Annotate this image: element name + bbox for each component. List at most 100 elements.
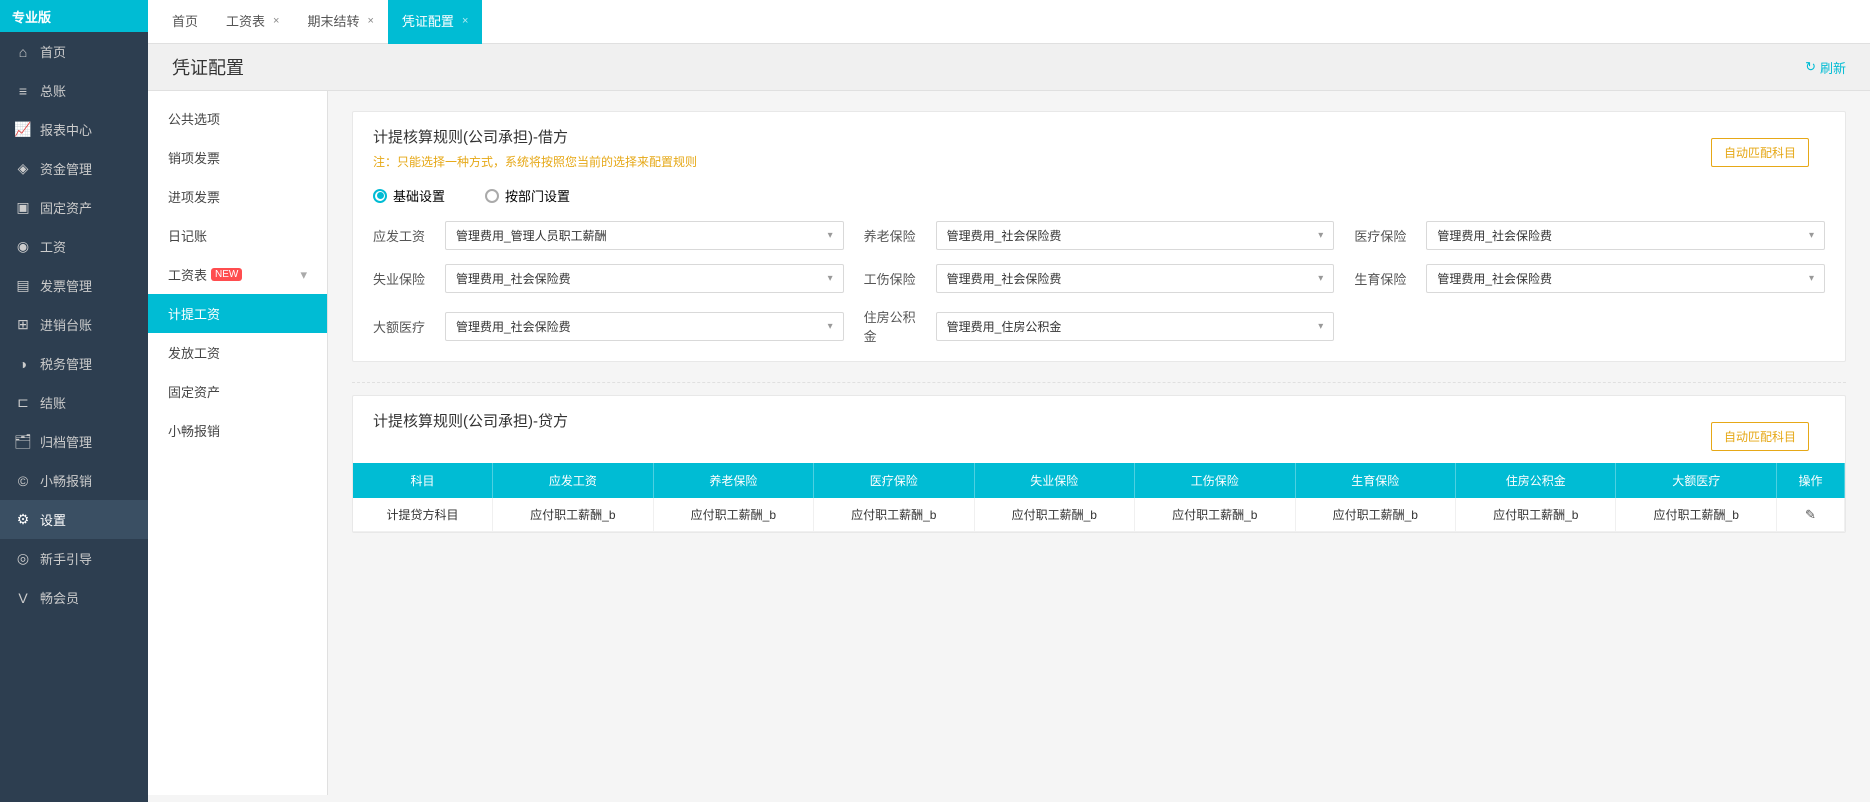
cell-daeliao: 应付职工薪酬_b — [1616, 498, 1776, 532]
col-header-daeliao: 大额医疗 — [1616, 463, 1776, 498]
left-nav-salary-sheet-label: 工资表 — [168, 265, 207, 284]
select-gongshang-value: 管理费用_社会保险费 — [947, 270, 1062, 287]
radio-dept-setting[interactable]: 按部门设置 — [485, 186, 570, 205]
sidebar-item-vip[interactable]: V 畅会员 — [0, 578, 148, 617]
sidebar-item-inventory[interactable]: ⊞ 进销台账 — [0, 305, 148, 344]
sidebar-item-label: 进销台账 — [40, 315, 92, 334]
form-row-daeliao: 大额医疗 管理费用_社会保险费 ▾ — [373, 307, 844, 345]
select-daeliao[interactable]: 管理费用_社会保险费 ▾ — [445, 312, 844, 341]
sidebar-item-archive[interactable]: 🗂 归档管理 — [0, 422, 148, 461]
cell-yingfa: 应付职工薪酬_b — [493, 498, 653, 532]
label-daeliao: 大额医疗 — [373, 317, 437, 336]
sidebar-item-label: 畅会员 — [40, 588, 79, 607]
section1-auto-match-button[interactable]: 自动匹配科目 — [1711, 138, 1809, 167]
select-gongshang[interactable]: 管理费用_社会保险费 ▾ — [936, 264, 1335, 293]
radio-basic-setting[interactable]: 基础设置 — [373, 186, 445, 205]
sidebar-item-home[interactable]: ⌂ 首页 — [0, 32, 148, 71]
section-debit: 计提核算规则(公司承担)-借方 注：只能选择一种方式，系统将按照您当前的选择来配… — [352, 111, 1846, 362]
section1-note: 注：只能选择一种方式，系统将按照您当前的选择来配置规则 — [373, 153, 697, 170]
left-nav-xiaochang-expense[interactable]: 小畅报销 — [148, 411, 327, 450]
cell-shiye: 应付职工薪酬_b — [974, 498, 1134, 532]
left-nav-xiaochang-label: 小畅报销 — [168, 421, 220, 440]
sidebar-item-xiaochang[interactable]: © 小畅报销 — [0, 461, 148, 500]
radio-group: 基础设置 按部门设置 — [373, 186, 1825, 205]
page-content: 凭证配置 ↻ 刷新 公共选项 销项发票 进项发票 日记账 — [148, 44, 1870, 802]
cell-action[interactable]: ✎ — [1776, 498, 1844, 532]
tab-voucher-config-close[interactable]: × — [462, 15, 468, 27]
vip-icon: V — [14, 590, 32, 606]
sidebar-item-guide[interactable]: ◎ 新手引导 — [0, 539, 148, 578]
form-row-yanglao: 养老保险 管理费用_社会保险费 ▾ — [864, 221, 1335, 250]
tab-voucher-config[interactable]: 凭证配置 × — [388, 0, 482, 44]
section1-body: 基础设置 按部门设置 应发工资 管理费用_管理人员职工薪 — [353, 170, 1845, 361]
left-nav-journal-label: 日记账 — [168, 226, 207, 245]
section1-top-row: 计提核算规则(公司承担)-借方 注：只能选择一种方式，系统将按照您当前的选择来配… — [353, 112, 1845, 170]
left-nav-sales-invoice[interactable]: 销项发票 — [148, 138, 327, 177]
sidebar-item-assets[interactable]: ▣ 固定资产 — [0, 188, 148, 227]
select-yanglao[interactable]: 管理费用_社会保险费 ▾ — [936, 221, 1335, 250]
select-zhufang[interactable]: 管理费用_住房公积金 ▾ — [936, 312, 1335, 341]
tab-salary-sheet[interactable]: 工资表 × — [212, 0, 293, 44]
app-title: 专业版 — [0, 0, 148, 32]
sidebar-item-funds[interactable]: ◈ 资金管理 — [0, 149, 148, 188]
select-gongshang-arrow: ▾ — [1318, 273, 1323, 284]
sidebar-item-salary[interactable]: ◉ 工资 — [0, 227, 148, 266]
sidebar-item-tax[interactable]: ◑ 税务管理 — [0, 344, 148, 383]
sidebar-item-ledger[interactable]: ≡ 总账 — [0, 71, 148, 110]
col-header-gongshang: 工伤保险 — [1135, 463, 1295, 498]
sidebar-item-settings[interactable]: ⚙ 设置 — [0, 500, 148, 539]
left-nav-public[interactable]: 公共选项 — [148, 99, 327, 138]
left-nav-fixed-assets[interactable]: 固定资产 — [148, 372, 327, 411]
form-row-yingfa: 应发工资 管理费用_管理人员职工薪酬 ▾ — [373, 221, 844, 250]
sidebar-item-label: 小畅报销 — [40, 471, 92, 490]
sidebar-item-label: 总账 — [40, 81, 66, 100]
tab-home[interactable]: 首页 — [158, 0, 212, 44]
page-title: 凭证配置 — [172, 54, 244, 80]
invoices-icon: ▤ — [14, 277, 32, 294]
left-nav-salary-payment[interactable]: 发放工资 — [148, 333, 327, 372]
sidebar-item-label: 新手引导 — [40, 549, 92, 568]
left-nav-purchase-invoice[interactable]: 进项发票 — [148, 177, 327, 216]
ledger-icon: ≡ — [14, 83, 32, 99]
section2-top-row: 计提核算规则(公司承担)-贷方 自动匹配科目 — [353, 396, 1845, 451]
left-nav-journal[interactable]: 日记账 — [148, 216, 327, 255]
sidebar-item-invoices[interactable]: ▤ 发票管理 — [0, 266, 148, 305]
refresh-button[interactable]: ↻ 刷新 — [1805, 58, 1846, 77]
sidebar-item-reports[interactable]: 📈 报表中心 — [0, 110, 148, 149]
label-gongshang: 工伤保险 — [864, 269, 928, 288]
sidebar-item-closing[interactable]: ⊏ 结账 — [0, 383, 148, 422]
col-header-shengyu: 生育保险 — [1295, 463, 1455, 498]
select-yingfa[interactable]: 管理费用_管理人员职工薪酬 ▾ — [445, 221, 844, 250]
form-row-zhufang: 住房公积金 管理费用_住房公积金 ▾ — [864, 307, 1335, 345]
tab-bar: 首页 工资表 × 期末结转 × 凭证配置 × — [148, 0, 1870, 44]
table-row: 计提贷方科目 应付职工薪酬_b 应付职工薪酬_b 应付职工薪酬_b 应付职工薪酬… — [353, 498, 1845, 532]
section2-auto-match-button[interactable]: 自动匹配科目 — [1711, 422, 1809, 451]
tab-salary-sheet-close[interactable]: × — [273, 15, 279, 27]
edit-icon[interactable]: ✎ — [1805, 507, 1816, 522]
left-nav-payroll-label: 计提工资 — [168, 304, 220, 323]
select-yiliao[interactable]: 管理费用_社会保险费 ▾ — [1426, 221, 1825, 250]
label-yiliao: 医疗保险 — [1354, 226, 1418, 245]
left-nav-salary-sheet[interactable]: 工资表 NEW ▾ — [148, 255, 327, 294]
credit-table: 科目 应发工资 养老保险 医疗保险 失业保险 工伤保险 生育保险 住房公积金 大… — [353, 463, 1845, 532]
select-daeliao-value: 管理费用_社会保险费 — [456, 318, 571, 335]
left-nav-sales-label: 销项发票 — [168, 148, 220, 167]
section-divider — [352, 382, 1846, 383]
section2-title: 计提核算规则(公司承担)-贷方 — [373, 410, 568, 431]
select-shiye-value: 管理费用_社会保险费 — [456, 270, 571, 287]
col-header-action: 操作 — [1776, 463, 1844, 498]
label-yingfa: 应发工资 — [373, 226, 437, 245]
select-yiliao-value: 管理费用_社会保险费 — [1437, 227, 1552, 244]
tab-period-close-label: 期末结转 — [307, 11, 359, 30]
table-header-row: 科目 应发工资 养老保险 医疗保险 失业保险 工伤保险 生育保险 住房公积金 大… — [353, 463, 1845, 498]
select-shengyu[interactable]: 管理费用_社会保险费 ▾ — [1426, 264, 1825, 293]
form-row-yiliao: 医疗保险 管理费用_社会保险费 ▾ — [1354, 221, 1825, 250]
left-nav-payroll-accrual[interactable]: 计提工资 — [148, 294, 327, 333]
sidebar-item-label: 首页 — [40, 42, 66, 61]
select-shiye[interactable]: 管理费用_社会保险费 ▾ — [445, 264, 844, 293]
tab-home-label: 首页 — [172, 11, 198, 30]
select-shiye-arrow: ▾ — [828, 273, 833, 284]
sidebar-item-label: 工资 — [40, 237, 66, 256]
tab-period-close-close[interactable]: × — [367, 15, 373, 27]
tab-period-close[interactable]: 期末结转 × — [293, 0, 387, 44]
